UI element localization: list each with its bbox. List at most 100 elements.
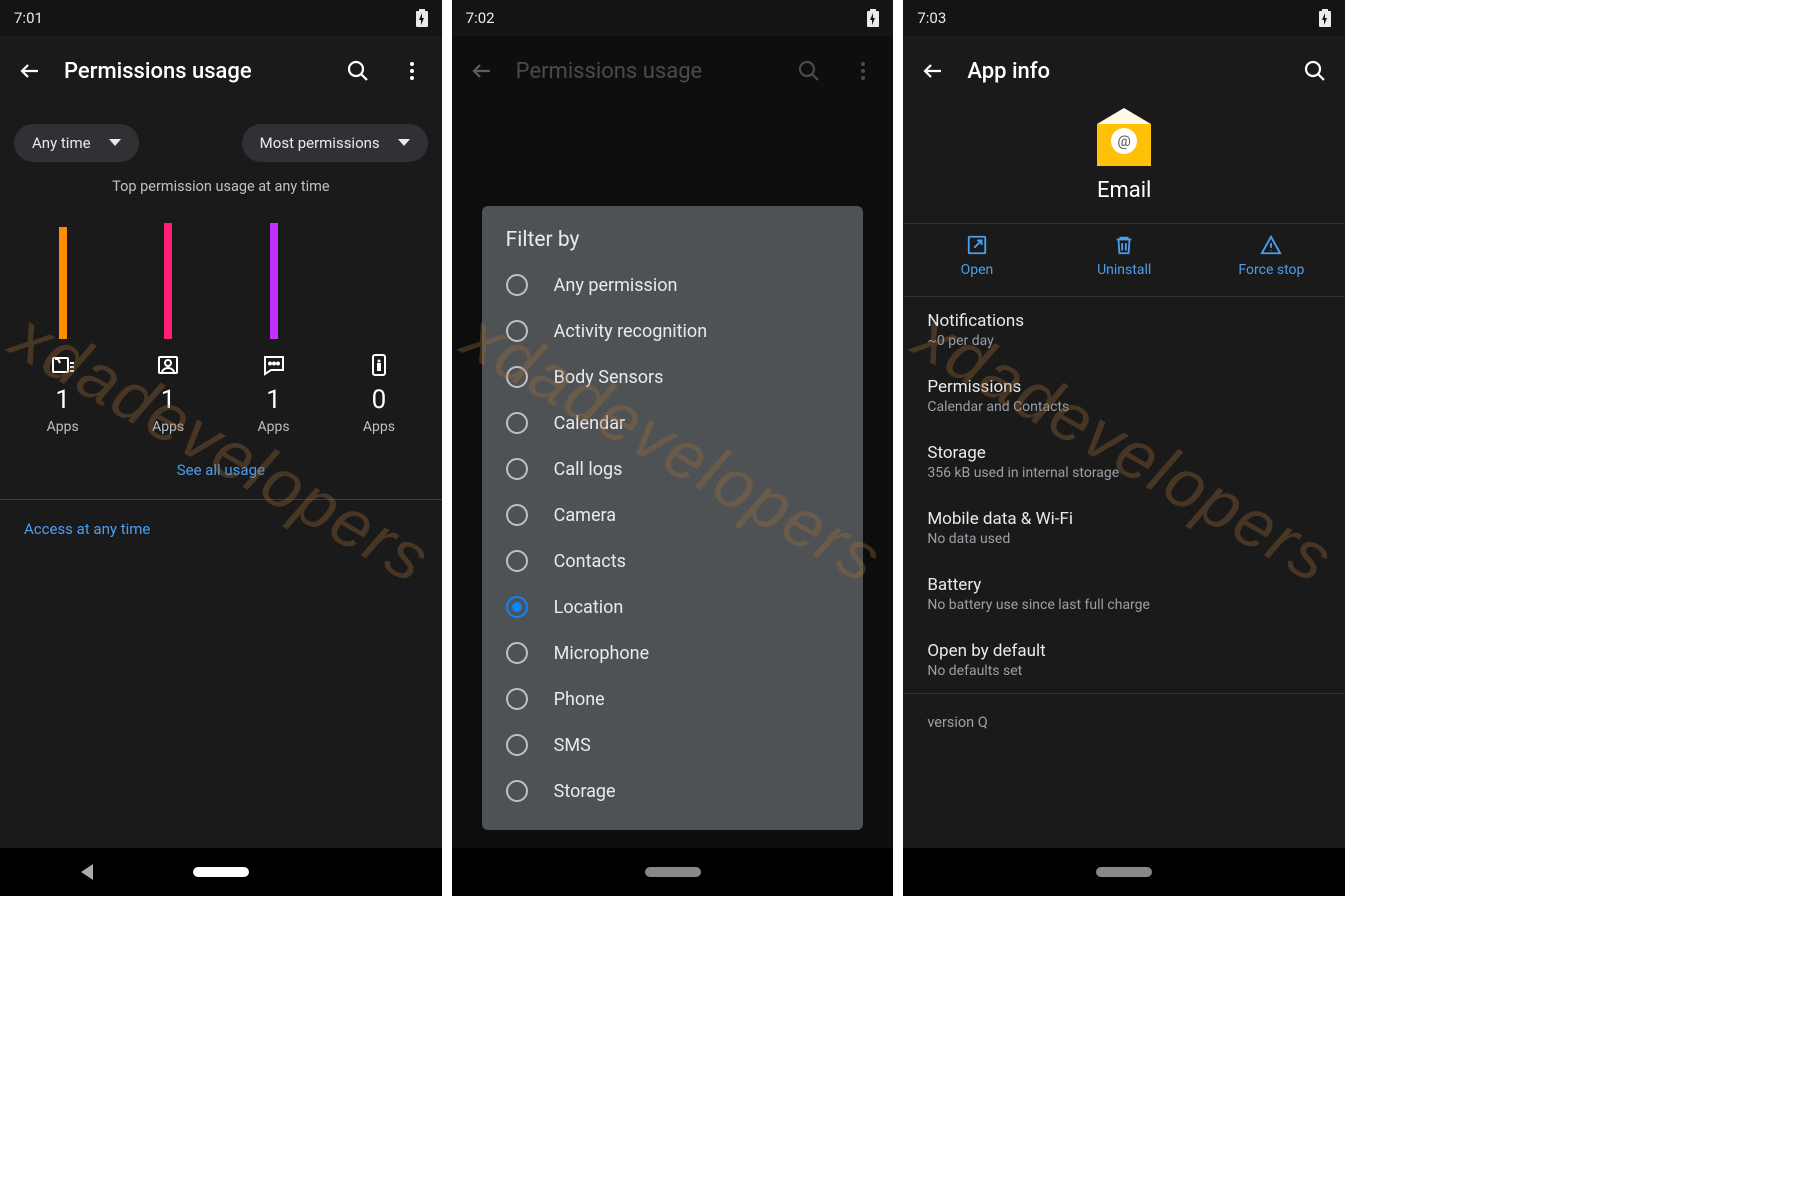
radio-option[interactable]: Activity recognition <box>482 308 864 354</box>
setting-title: Mobile data & Wi-Fi <box>927 509 1321 529</box>
bar-contacts <box>164 223 172 339</box>
nav-home-pill[interactable] <box>193 867 249 877</box>
radio-option[interactable]: Calendar <box>482 400 864 446</box>
battery-charging-icon <box>1319 9 1331 27</box>
screen-filter-dialog: xdadevelopers 7:02 Permissions usage Fil… <box>452 0 894 896</box>
dialog-title: Filter by <box>482 228 864 262</box>
contact-icon <box>156 353 180 377</box>
setting-subtitle: No defaults set <box>927 663 1321 679</box>
setting-item[interactable]: Open by default No defaults set <box>903 627 1345 693</box>
back-icon[interactable] <box>10 51 50 91</box>
nav-home-pill[interactable] <box>645 867 701 877</box>
access-anytime-link[interactable]: Access at any time <box>0 500 442 558</box>
status-time: 7:03 <box>917 9 946 27</box>
page-title: Permissions usage <box>516 59 776 84</box>
force-stop-button[interactable]: Force stop <box>1221 234 1321 278</box>
radio-label: Microphone <box>554 643 649 664</box>
setting-item[interactable]: Permissions Calendar and Contacts <box>903 363 1345 429</box>
radio-option[interactable]: Storage <box>482 768 864 814</box>
chevron-down-icon <box>109 139 121 147</box>
radio-label: Camera <box>554 505 616 526</box>
screen-app-info: xdadevelopers 7:03 App info @ Email Open… <box>903 0 1345 896</box>
sms-icon <box>262 353 286 377</box>
chart-subtitle: Top permission usage at any time <box>0 172 442 209</box>
battery-charging-icon <box>867 9 879 27</box>
more-icon <box>843 51 883 91</box>
radio-icon <box>506 504 528 526</box>
battery-charging-icon <box>416 9 428 27</box>
nav-home-pill[interactable] <box>1096 867 1152 877</box>
bar-sms <box>270 223 278 339</box>
radio-label: Call logs <box>554 459 623 480</box>
radio-icon <box>506 366 528 388</box>
radio-label: Location <box>554 597 624 618</box>
open-button[interactable]: Open <box>927 234 1027 278</box>
app-header: Permissions usage <box>0 36 442 106</box>
radio-option[interactable]: Location <box>482 584 864 630</box>
radio-label: SMS <box>554 735 591 756</box>
setting-title: Permissions <box>927 377 1321 397</box>
radio-option[interactable]: SMS <box>482 722 864 768</box>
radio-label: Storage <box>554 781 616 802</box>
setting-title: Open by default <box>927 641 1321 661</box>
radio-icon <box>506 274 528 296</box>
nav-bar <box>452 848 894 896</box>
setting-subtitle: Calendar and Contacts <box>927 399 1321 415</box>
radio-icon <box>506 412 528 434</box>
count-3: 0 <box>349 385 409 415</box>
nav-bar <box>0 848 442 896</box>
setting-subtitle: No battery use since last full charge <box>927 597 1321 613</box>
app-header: App info <box>903 36 1345 106</box>
radio-option[interactable]: Phone <box>482 676 864 722</box>
page-title: Permissions usage <box>64 59 324 84</box>
setting-item[interactable]: Mobile data & Wi-Fi No data used <box>903 495 1345 561</box>
usage-bar-chart <box>0 209 442 339</box>
screen-permissions-usage: xdadevelopers 7:01 Permissions usage Any… <box>0 0 442 896</box>
radio-option[interactable]: Microphone <box>482 630 864 676</box>
radio-option[interactable]: Body Sensors <box>482 354 864 400</box>
radio-label: Any permission <box>554 275 678 296</box>
app-name: Email <box>903 178 1345 203</box>
setting-title: Storage <box>927 443 1321 463</box>
uninstall-button[interactable]: Uninstall <box>1074 234 1174 278</box>
lbl-2: Apps <box>244 419 304 435</box>
setting-title: Notifications <box>927 311 1321 331</box>
nav-back-icon[interactable] <box>81 864 93 880</box>
content: Filter by Any permission Activity recogni… <box>452 106 894 848</box>
setting-title: Battery <box>927 575 1321 595</box>
radio-icon <box>506 688 528 710</box>
count-0: 1 <box>33 385 93 415</box>
radio-icon <box>506 734 528 756</box>
radio-option[interactable]: Call logs <box>482 446 864 492</box>
sort-filter-chip[interactable]: Most permissions <box>242 124 428 162</box>
see-all-usage-link[interactable]: See all usage <box>0 459 442 499</box>
setting-subtitle: 356 kB used in internal storage <box>927 465 1321 481</box>
setting-subtitle: No data used <box>927 531 1321 547</box>
search-icon <box>789 51 829 91</box>
count-1: 1 <box>138 385 198 415</box>
radio-label: Contacts <box>554 551 626 572</box>
chevron-down-icon <box>398 139 410 147</box>
radio-option[interactable]: Contacts <box>482 538 864 584</box>
radio-label: Activity recognition <box>554 321 707 342</box>
search-icon[interactable] <box>338 51 378 91</box>
radio-icon <box>506 550 528 572</box>
setting-item[interactable]: Storage 356 kB used in internal storage <box>903 429 1345 495</box>
radio-option[interactable]: Camera <box>482 492 864 538</box>
setting-item[interactable]: Notifications~0 per day <box>903 297 1345 363</box>
app-header: Permissions usage <box>452 36 894 106</box>
radio-option[interactable]: Any permission <box>482 262 864 308</box>
content: Any time Most permissions Top permission… <box>0 106 442 848</box>
time-filter-chip[interactable]: Any time <box>14 124 139 162</box>
radio-icon <box>506 642 528 664</box>
radio-icon <box>506 780 528 802</box>
back-icon[interactable] <box>913 51 953 91</box>
content: @ Email Open Uninstall Force stop Notifi… <box>903 106 1345 848</box>
voicemail-icon <box>51 353 75 377</box>
radio-label: Phone <box>554 689 605 710</box>
radio-label: Body Sensors <box>554 367 664 388</box>
search-icon[interactable] <box>1295 51 1335 91</box>
status-bar: 7:03 <box>903 0 1345 36</box>
setting-item[interactable]: Battery No battery use since last full ch… <box>903 561 1345 627</box>
more-icon[interactable] <box>392 51 432 91</box>
